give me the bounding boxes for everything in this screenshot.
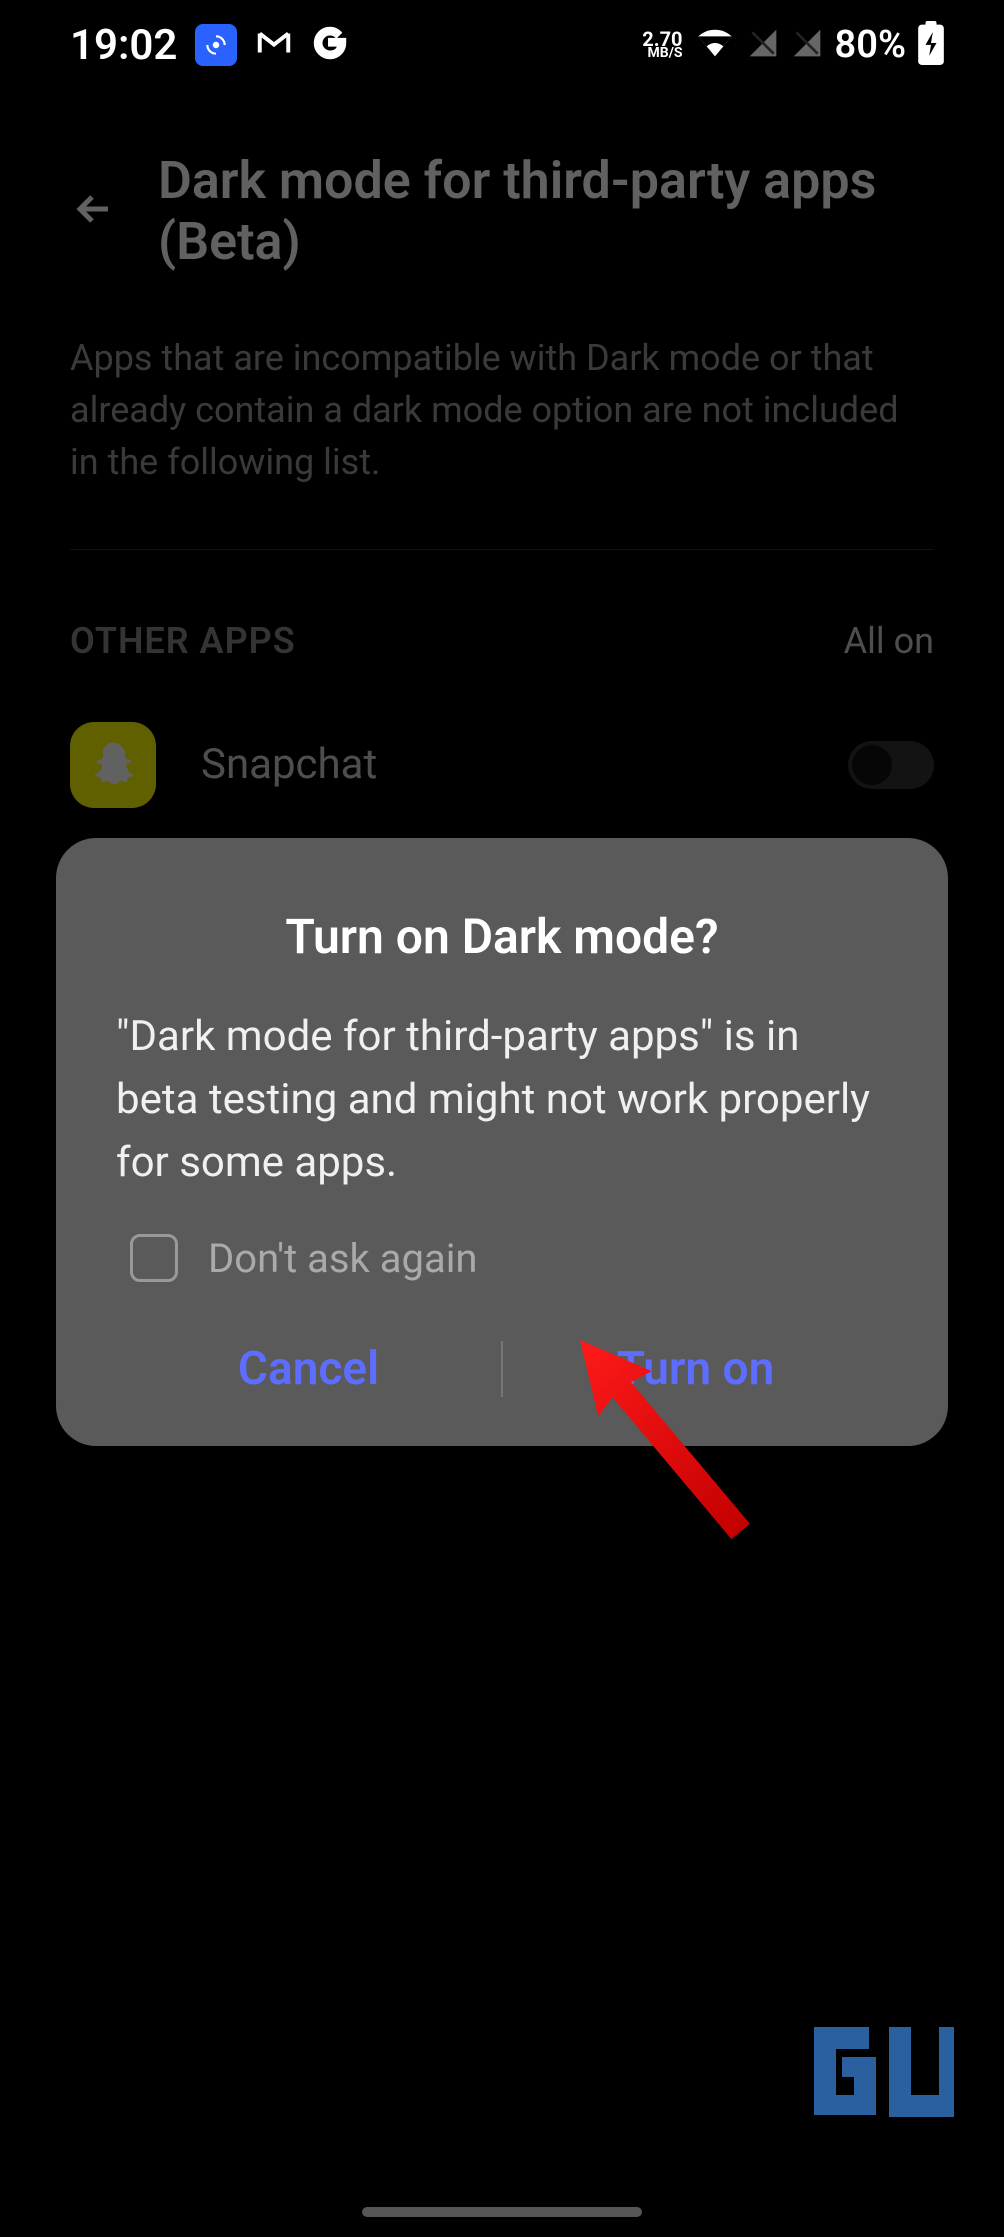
battery-percentage: 80%	[835, 23, 906, 67]
sim1-icon	[747, 27, 779, 63]
checkbox-icon[interactable]	[130, 1234, 178, 1282]
dont-ask-again-row[interactable]: Don't ask again	[116, 1234, 888, 1282]
cast-icon	[195, 24, 237, 66]
status-bar: 19:02 2.70 MB/S 80%	[0, 0, 1004, 90]
toggle-switch[interactable]	[848, 741, 934, 789]
status-left: 19:02	[70, 21, 349, 70]
section-header: OTHER APPS All on	[70, 550, 934, 702]
status-time: 19:02	[70, 21, 177, 70]
dark-mode-dialog: Turn on Dark mode? "Dark mode for third-…	[56, 838, 948, 1446]
page-title: Dark mode for third-party apps (Beta)	[158, 150, 934, 272]
battery-charging-icon	[918, 21, 944, 69]
turn-on-button[interactable]: Turn on	[503, 1332, 888, 1406]
dialog-title: Turn on Dark mode?	[116, 908, 888, 965]
app-name: Snapchat	[201, 740, 803, 789]
status-right: 2.70 MB/S 80%	[642, 21, 944, 69]
google-icon	[311, 24, 349, 66]
gesture-nav-bar[interactable]	[362, 2207, 642, 2217]
snapchat-icon	[70, 722, 156, 808]
dialog-buttons: Cancel Turn on	[116, 1332, 888, 1406]
gmail-icon	[255, 24, 293, 66]
wifi-icon	[695, 23, 735, 67]
sim2-icon	[791, 27, 823, 63]
page-description: Apps that are incompatible with Dark mod…	[70, 302, 934, 550]
cancel-button[interactable]: Cancel	[116, 1332, 501, 1406]
dialog-body: "Dark mode for third-party apps" is in b…	[116, 1005, 888, 1194]
back-arrow-icon[interactable]	[70, 185, 118, 237]
all-on-link[interactable]: All on	[844, 620, 934, 662]
app-row-snapchat[interactable]: Snapchat	[70, 702, 934, 828]
other-apps-heading: OTHER APPS	[70, 620, 296, 662]
page-header: Dark mode for third-party apps (Beta)	[70, 90, 934, 302]
network-speed: 2.70 MB/S	[642, 31, 682, 60]
checkbox-label: Don't ask again	[208, 1235, 478, 1282]
watermark-logo	[814, 2027, 954, 2137]
